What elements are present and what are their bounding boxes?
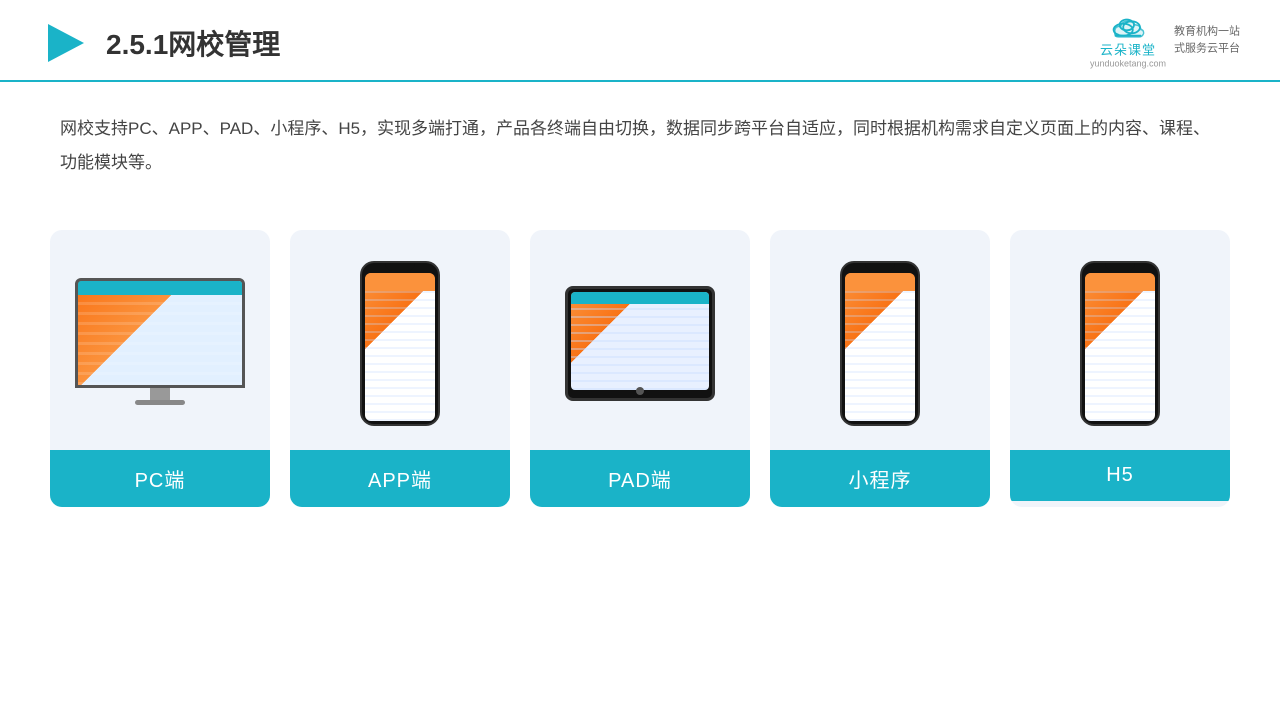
phone-miniprogram-icon: [840, 261, 920, 426]
card-h5: H5: [1010, 230, 1230, 507]
card-h5-label: H5: [1010, 450, 1230, 501]
phone-h5-icon: [1080, 261, 1160, 426]
card-miniprogram: 小程序: [770, 230, 990, 507]
brand-logo: 云朵课堂 yunduoketang.com: [1090, 12, 1166, 69]
brand-url: yunduoketang.com: [1090, 59, 1166, 69]
card-pc: PC端: [50, 230, 270, 507]
cloud-icon: [1110, 12, 1146, 40]
brand-tagline: 教育机构一站 式服务云平台: [1174, 24, 1240, 57]
card-pc-label: PC端: [50, 450, 270, 507]
tablet-icon: [565, 286, 715, 401]
device-cards-container: PC端 APP端 PAD端 小程序: [0, 200, 1280, 537]
brand-name: 云朵课堂: [1100, 40, 1156, 59]
card-app: APP端: [290, 230, 510, 507]
logo-icon: [40, 18, 90, 68]
description-text: 网校支持PC、APP、PAD、小程序、H5，实现多端打通，产品各终端自由切换，数…: [0, 82, 1280, 190]
card-miniprogram-image: [770, 230, 990, 450]
card-app-label: APP端: [290, 450, 510, 507]
description-paragraph: 网校支持PC、APP、PAD、小程序、H5，实现多端打通，产品各终端自由切换，数…: [60, 112, 1220, 180]
card-pad-image: [530, 230, 750, 450]
brand-area: 云朵课堂 yunduoketang.com 教育机构一站 式服务云平台: [1090, 12, 1240, 69]
card-pc-image: [50, 230, 270, 450]
card-app-image: [290, 230, 510, 450]
card-miniprogram-label: 小程序: [770, 450, 990, 507]
page-header: 2.5.1网校管理 云朵课堂 yunduoketang.com 教育机构一站 式…: [0, 0, 1280, 82]
phone-app-icon: [360, 261, 440, 426]
card-pad: PAD端: [530, 230, 750, 507]
pc-monitor-icon: [70, 278, 250, 408]
page-title: 2.5.1网校管理: [106, 23, 280, 63]
card-h5-image: [1010, 230, 1230, 450]
card-pad-label: PAD端: [530, 450, 750, 507]
